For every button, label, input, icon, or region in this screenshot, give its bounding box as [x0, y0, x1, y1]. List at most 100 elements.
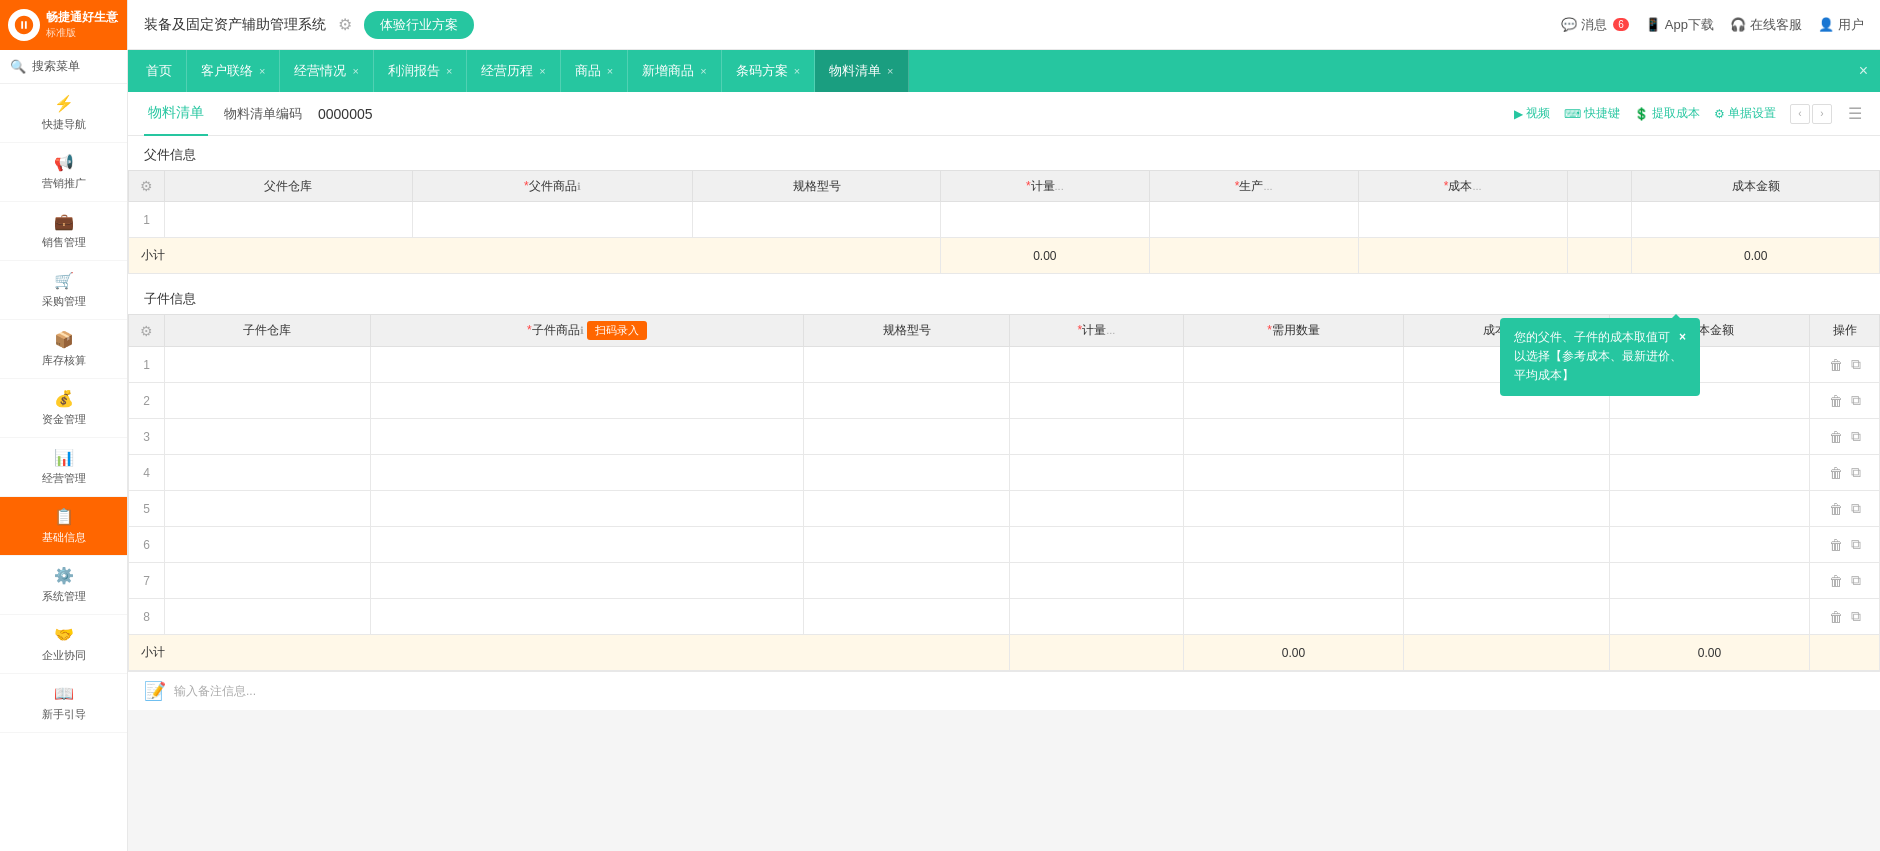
child-unitcost-3[interactable]: [1404, 419, 1610, 455]
scan-input-button[interactable]: 扫码录入: [587, 321, 647, 340]
child-warehouse-2[interactable]: [165, 383, 371, 419]
tab-customer[interactable]: 客户联络 ×: [187, 50, 280, 92]
child-qty-8[interactable]: [1010, 599, 1184, 635]
child-unitcost-8[interactable]: [1404, 599, 1610, 635]
child-needed-2[interactable]: [1183, 383, 1404, 419]
copy-row-2-button[interactable]: ⧉: [1849, 390, 1863, 411]
child-qty-6[interactable]: [1010, 527, 1184, 563]
copy-row-6-button[interactable]: ⧉: [1849, 534, 1863, 555]
nav-close-button[interactable]: ×: [1851, 62, 1876, 80]
sidebar-item-marketing[interactable]: 📢 营销推广: [0, 143, 127, 202]
child-needed-5[interactable]: [1183, 491, 1404, 527]
child-spec-2[interactable]: [804, 383, 1010, 419]
tab-history-close[interactable]: ×: [539, 65, 545, 77]
copy-row-3-button[interactable]: ⧉: [1849, 426, 1863, 447]
tab-goods-close[interactable]: ×: [607, 65, 613, 77]
extract-cost-button[interactable]: 💲 提取成本: [1634, 105, 1700, 122]
child-qty-4[interactable]: [1010, 455, 1184, 491]
sidebar-item-purchase[interactable]: 🛒 采购管理: [0, 261, 127, 320]
child-qty-2[interactable]: [1010, 383, 1184, 419]
child-unitcost-7[interactable]: [1404, 563, 1610, 599]
trial-button[interactable]: 体验行业方案: [364, 11, 474, 39]
child-spec-7[interactable]: [804, 563, 1010, 599]
user-button[interactable]: 👤 用户: [1818, 16, 1864, 34]
prev-button[interactable]: ‹: [1790, 104, 1810, 124]
child-needed-1[interactable]: [1183, 347, 1404, 383]
child-qty-1[interactable]: [1010, 347, 1184, 383]
sidebar-item-finance[interactable]: 💰 资金管理: [0, 379, 127, 438]
parent-gear-icon[interactable]: ⚙: [138, 177, 156, 195]
copy-row-5-button[interactable]: ⧉: [1849, 498, 1863, 519]
parent-cell-goods-1[interactable]: [412, 202, 693, 238]
child-warehouse-4[interactable]: [165, 455, 371, 491]
delete-row-8-button[interactable]: 🗑: [1827, 607, 1845, 627]
child-needed-8[interactable]: [1183, 599, 1404, 635]
child-warehouse-3[interactable]: [165, 419, 371, 455]
tooltip-close-button[interactable]: ×: [1679, 328, 1686, 347]
child-unitcost-6[interactable]: [1404, 527, 1610, 563]
sidebar-item-quicknav[interactable]: ⚡ 快捷导航: [0, 84, 127, 143]
message-button[interactable]: 💬 消息 6: [1561, 16, 1629, 34]
tab-bom-close[interactable]: ×: [887, 65, 893, 77]
copy-row-4-button[interactable]: ⧉: [1849, 462, 1863, 483]
child-goods-6[interactable]: [370, 527, 804, 563]
child-spec-6[interactable]: [804, 527, 1010, 563]
child-needed-7[interactable]: [1183, 563, 1404, 599]
child-goods-3[interactable]: [370, 419, 804, 455]
child-spec-5[interactable]: [804, 491, 1010, 527]
child-warehouse-1[interactable]: [165, 347, 371, 383]
child-unitcost-4[interactable]: [1404, 455, 1610, 491]
tab-barcode[interactable]: 条码方案 ×: [722, 50, 815, 92]
parent-cell-warehouse-1[interactable]: [165, 202, 413, 238]
sidebar-item-system[interactable]: ⚙️ 系统管理: [0, 556, 127, 615]
sidebar-item-inventory[interactable]: 📦 库存核算: [0, 320, 127, 379]
online-service-button[interactable]: 🎧 在线客服: [1730, 16, 1802, 34]
child-qty-7[interactable]: [1010, 563, 1184, 599]
child-needed-3[interactable]: [1183, 419, 1404, 455]
app-download-button[interactable]: 📱 App下载: [1645, 16, 1714, 34]
child-goods-5[interactable]: [370, 491, 804, 527]
sidebar-item-search[interactable]: 🔍 搜索菜单: [0, 50, 127, 84]
tab-home[interactable]: 首页: [132, 50, 187, 92]
parent-cell-spec-1[interactable]: [693, 202, 941, 238]
sidebar-item-collab[interactable]: 🤝 企业协同: [0, 615, 127, 674]
child-warehouse-5[interactable]: [165, 491, 371, 527]
child-goods-8[interactable]: [370, 599, 804, 635]
view-video-button[interactable]: ▶ 视频: [1514, 105, 1550, 122]
delete-row-5-button[interactable]: 🗑: [1827, 499, 1845, 519]
child-unitcost-5[interactable]: [1404, 491, 1610, 527]
tab-goods[interactable]: 商品 ×: [561, 50, 628, 92]
parent-cell-qty-1[interactable]: [940, 202, 1149, 238]
sidebar-item-sales[interactable]: 💼 销售管理: [0, 202, 127, 261]
child-qty-3[interactable]: [1010, 419, 1184, 455]
tab-bom[interactable]: 物料清单 ×: [815, 50, 908, 92]
doc-settings-button[interactable]: ⚙ 单据设置: [1714, 105, 1776, 122]
child-spec-4[interactable]: [804, 455, 1010, 491]
child-needed-6[interactable]: [1183, 527, 1404, 563]
delete-row-3-button[interactable]: 🗑: [1827, 427, 1845, 447]
child-spec-1[interactable]: [804, 347, 1010, 383]
tab-operation[interactable]: 经营情况 ×: [280, 50, 373, 92]
tab-profit-close[interactable]: ×: [446, 65, 452, 77]
child-goods-7[interactable]: [370, 563, 804, 599]
child-gear-icon[interactable]: ⚙: [138, 322, 156, 340]
child-warehouse-8[interactable]: [165, 599, 371, 635]
child-spec-8[interactable]: [804, 599, 1010, 635]
sub-tab-bom[interactable]: 物料清单: [144, 92, 208, 136]
child-qty-5[interactable]: [1010, 491, 1184, 527]
list-view-button[interactable]: ☰: [1846, 102, 1864, 125]
delete-row-7-button[interactable]: 🗑: [1827, 571, 1845, 591]
tab-barcode-close[interactable]: ×: [794, 65, 800, 77]
copy-row-8-button[interactable]: ⧉: [1849, 606, 1863, 627]
tab-customer-close[interactable]: ×: [259, 65, 265, 77]
delete-row-6-button[interactable]: 🗑: [1827, 535, 1845, 555]
child-warehouse-7[interactable]: [165, 563, 371, 599]
child-goods-4[interactable]: [370, 455, 804, 491]
delete-row-1-button[interactable]: 🗑: [1827, 355, 1845, 375]
tab-profit[interactable]: 利润报告 ×: [374, 50, 467, 92]
child-warehouse-6[interactable]: [165, 527, 371, 563]
child-goods-2[interactable]: [370, 383, 804, 419]
sidebar-item-management[interactable]: 📊 经营管理: [0, 438, 127, 497]
tab-addgoods-close[interactable]: ×: [700, 65, 706, 77]
copy-row-1-button[interactable]: ⧉: [1849, 354, 1863, 375]
